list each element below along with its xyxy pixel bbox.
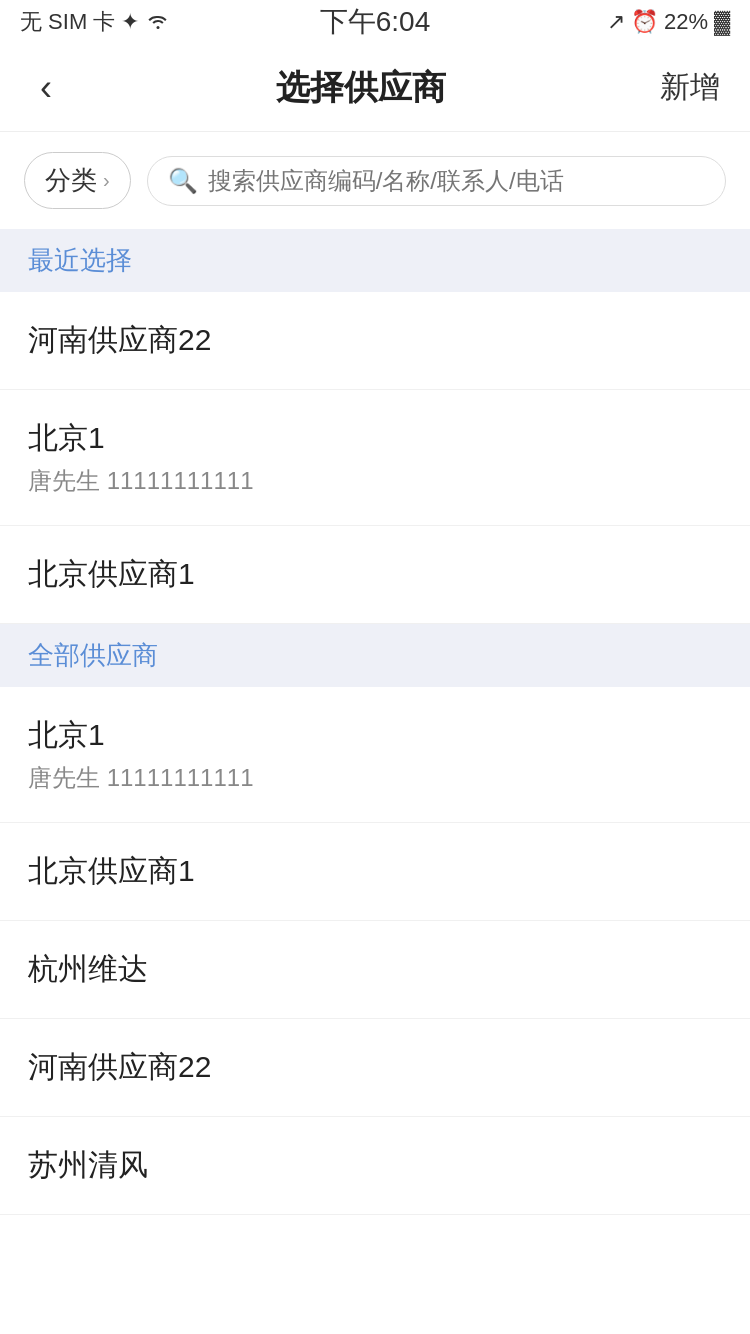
item-sub: 唐先生 11111111111 [28, 465, 722, 497]
location-icon: ↗ [607, 9, 625, 35]
list-item[interactable]: 河南供应商22 [0, 292, 750, 390]
item-sub: 唐先生 11111111111 [28, 762, 722, 794]
battery-icon: ▓ [714, 9, 730, 35]
item-name: 杭州维达 [28, 949, 722, 990]
list-item[interactable]: 北京1 唐先生 11111111111 [0, 390, 750, 526]
all-section-label: 全部供应商 [28, 640, 158, 670]
status-left: 无 SIM 卡 ✦ [20, 7, 169, 37]
list-item[interactable]: 杭州维达 [0, 921, 750, 1019]
category-button[interactable]: 分类 › [24, 152, 131, 209]
battery-label: 22% [664, 9, 708, 35]
nav-bar: ‹ 选择供应商 新增 [0, 44, 750, 132]
status-right: ↗ ⏰ 22% ▓ [607, 9, 730, 35]
list-item[interactable]: 苏州清风 [0, 1117, 750, 1215]
list-item[interactable]: 北京供应商1 [0, 526, 750, 624]
item-name: 北京1 [28, 418, 722, 459]
recent-section-label: 最近选择 [28, 245, 132, 275]
search-box: 🔍 [147, 156, 726, 206]
alarm-icon: ⏰ [631, 9, 658, 35]
page-title: 选择供应商 [276, 65, 446, 111]
list-item[interactable]: 北京供应商1 [0, 823, 750, 921]
search-icon: 🔍 [168, 167, 198, 195]
all-items-list: 北京1 唐先生 11111111111 北京供应商1 杭州维达河南供应商22 苏州清风 [0, 687, 750, 1215]
no-sim-label: 无 SIM 卡 ✦ [20, 7, 139, 37]
item-name: 苏州清风 [28, 1145, 722, 1186]
list-item[interactable]: 河南供应商22 [0, 1019, 750, 1117]
recent-items-list: 河南供应商22 北京1 唐先生 11111111111 北京供应商1 [0, 292, 750, 624]
item-name: 河南供应商22 [28, 320, 722, 361]
list-item[interactable]: 北京1 唐先生 11111111111 [0, 687, 750, 823]
wifi-icon [147, 9, 169, 35]
chevron-right-icon: › [103, 169, 110, 192]
all-section-header: 全部供应商 [0, 624, 750, 687]
item-name: 北京供应商1 [28, 851, 722, 892]
category-label: 分类 [45, 163, 97, 198]
search-input[interactable] [208, 167, 705, 195]
back-button[interactable]: ‹ [30, 57, 62, 119]
item-name: 河南供应商22 [28, 1047, 722, 1088]
item-name: 北京1 [28, 715, 722, 756]
new-button[interactable]: 新增 [660, 67, 720, 108]
status-time: 下午6:04 [320, 3, 431, 41]
status-bar: 无 SIM 卡 ✦ 下午6:04 ↗ ⏰ 22% ▓ [0, 0, 750, 44]
filter-bar: 分类 › 🔍 [0, 132, 750, 229]
recent-section-header: 最近选择 [0, 229, 750, 292]
item-name: 北京供应商1 [28, 554, 722, 595]
